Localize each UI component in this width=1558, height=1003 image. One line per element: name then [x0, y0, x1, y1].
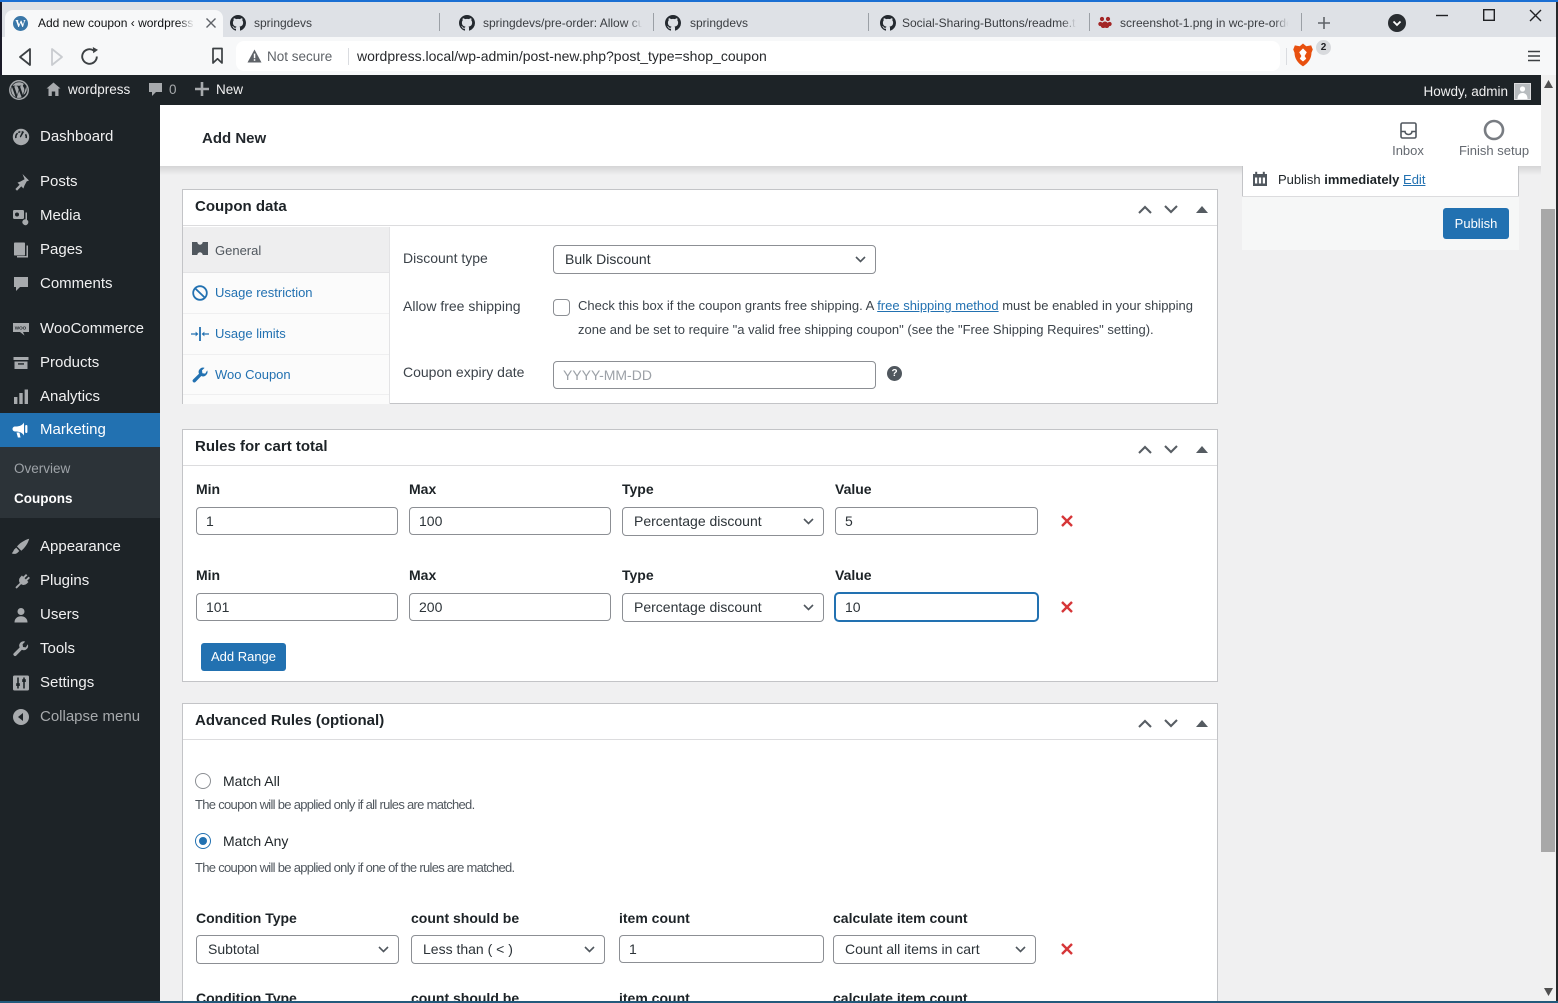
svg-text:W: W: [15, 19, 26, 30]
svg-text:WOO: WOO: [15, 326, 27, 331]
